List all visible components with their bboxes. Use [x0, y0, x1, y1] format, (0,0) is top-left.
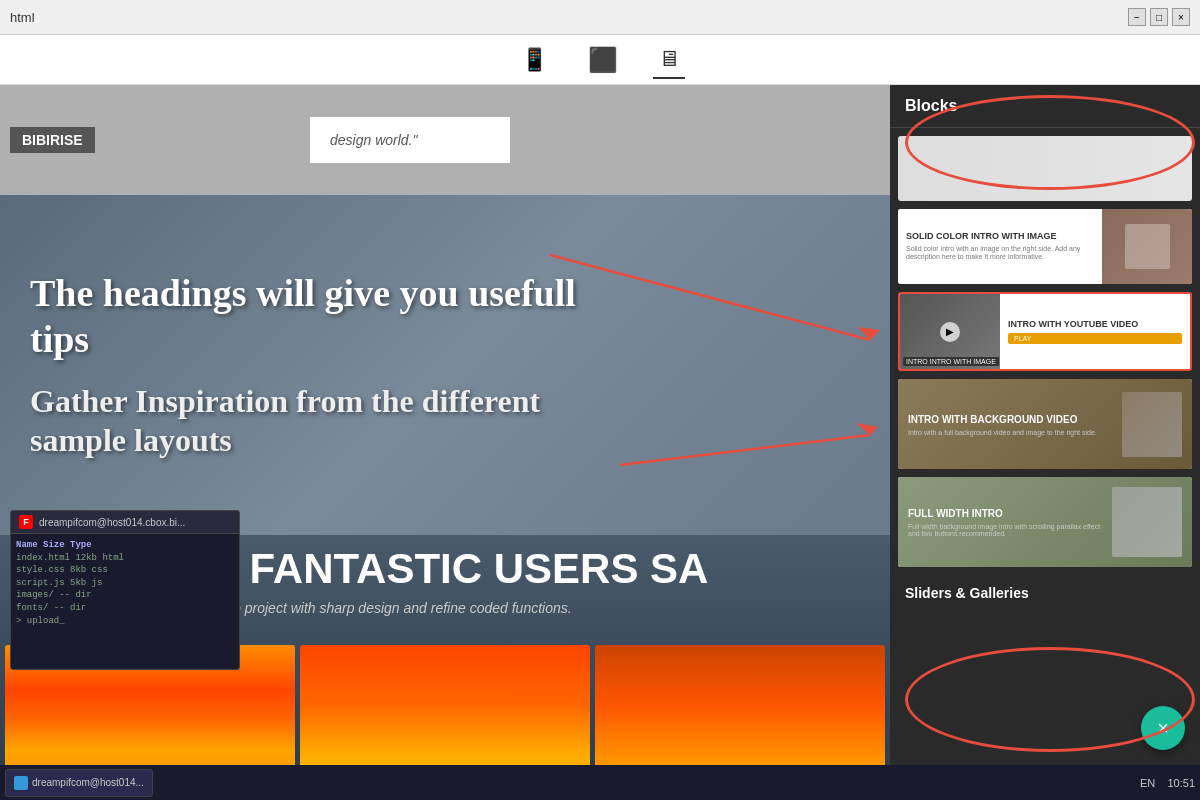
terminal-body: Name Size Type index.html 12kb html styl…	[11, 534, 239, 632]
preview-area: BIBIRISE design world." The headings wil…	[0, 85, 890, 800]
preview-quote: design world."	[310, 117, 510, 163]
terminal-row: index.html 12kb html	[16, 552, 234, 565]
taskbar-app-label: dreampifcom@host014...	[32, 777, 144, 788]
preview-heading1: The headings will give you usefull tips	[30, 271, 580, 362]
taskbar-app-icon	[14, 776, 28, 790]
block-fullwidth-text: FULL WIDTH INTRO Full width background i…	[908, 507, 1112, 537]
terminal-row: script.js 5kb js	[16, 577, 234, 590]
block-youtube-label: INTRO INTRO WITH IMAGE	[903, 357, 999, 366]
panel-header: Blocks	[890, 85, 1200, 128]
block-bgvideo[interactable]: INTRO WITH BACKGROUND VIDEO Intro with a…	[898, 379, 1192, 469]
section-label: Sliders & Galleries	[890, 575, 1200, 606]
minimize-button[interactable]: −	[1128, 8, 1146, 26]
block-youtube-preview-area: ▶ INTRO INTRO WITH IMAGE	[900, 294, 1000, 369]
block-solid-right	[1102, 209, 1192, 284]
taskbar-app-btn[interactable]: dreampifcom@host014...	[5, 769, 153, 797]
taskbar-time: 10:51	[1167, 777, 1195, 789]
terminal-app-icon: F	[19, 515, 33, 529]
block-bgvideo-inner: INTRO WITH BACKGROUND VIDEO Intro with a…	[898, 379, 1192, 469]
bibirise-logo: BIBIRISE	[10, 127, 95, 153]
block-bgvideo-desc: Intro with a full background video and i…	[908, 429, 1097, 436]
terminal-row: > upload_	[16, 615, 234, 628]
block-fullwidth-image	[1112, 487, 1182, 557]
terminal-row: images/ -- dir	[16, 589, 234, 602]
block-solid-left: SOLID COLOR INTRO WITH IMAGE Solid color…	[898, 209, 1102, 284]
window-title: html	[10, 10, 35, 25]
block-solid-image	[1125, 224, 1170, 269]
block-youtube-info: INTRO WITH YOUTUBE VIDEO PLAY	[1000, 294, 1190, 369]
block-top-inner	[898, 136, 1192, 201]
close-button[interactable]: ×	[1172, 8, 1190, 26]
terminal-row: fonts/ -- dir	[16, 602, 234, 615]
block-bgvideo-title: INTRO WITH BACKGROUND VIDEO	[908, 413, 1097, 426]
block-youtube-btn[interactable]: PLAY	[1008, 333, 1182, 344]
block-youtube-title: INTRO WITH YOUTUBE VIDEO	[1008, 319, 1182, 330]
block-solid-inner: SOLID COLOR INTRO WITH IMAGE Solid color…	[898, 209, 1192, 284]
desktop-view-icon[interactable]: 🖥	[653, 41, 685, 79]
block-bgvideo-image	[1122, 392, 1182, 457]
title-bar: html − □ ×	[0, 0, 1200, 35]
toolbar: 📱 ⬛ 🖥	[0, 35, 1200, 85]
preview-heading2: Gather Inspiration from the different sa…	[30, 382, 610, 459]
block-fullwidth-desc: Full width background image intro with s…	[908, 523, 1112, 537]
maximize-button[interactable]: □	[1150, 8, 1168, 26]
block-solid-color-intro[interactable]: SOLID COLOR INTRO WITH IMAGE Solid color…	[898, 209, 1192, 284]
taskbar-language: EN	[1140, 777, 1155, 789]
block-fullwidth[interactable]: FULL WIDTH INTRO Full width background i…	[898, 477, 1192, 567]
block-fullwidth-title: FULL WIDTH INTRO	[908, 507, 1112, 520]
block-youtube-video[interactable]: ▶ INTRO INTRO WITH IMAGE INTRO WITH YOUT…	[898, 292, 1192, 371]
terminal-row: Name Size Type	[16, 539, 234, 552]
window-controls: − □ ×	[1128, 8, 1190, 26]
preview-middle-section: The headings will give you usefull tips …	[0, 195, 890, 535]
tablet-view-icon[interactable]: ⬛	[583, 41, 623, 79]
taskbar-right: EN 10:51	[1140, 777, 1195, 789]
block-solid-desc: Solid color intro with an image on the r…	[906, 245, 1094, 262]
terminal-overlay: F dreampifcom@host014.cbox.bi... Name Si…	[10, 510, 240, 670]
preview-content: BIBIRISE design world." The headings wil…	[0, 85, 890, 800]
taskbar: dreampifcom@host014... EN 10:51	[0, 765, 1200, 800]
preview-top-section: BIBIRISE design world."	[0, 85, 890, 195]
terminal-row: style.css 8kb css	[16, 564, 234, 577]
play-icon: ▶	[940, 322, 960, 342]
terminal-title: dreampifcom@host014.cbox.bi...	[39, 517, 185, 528]
right-panel: Blocks SOLID COLOR INTRO WITH IMAGE Soli…	[890, 85, 1200, 800]
block-youtube-inner: ▶ INTRO INTRO WITH IMAGE INTRO WITH YOUT…	[900, 294, 1190, 369]
fab-button[interactable]: ×	[1141, 706, 1185, 750]
terminal-header: F dreampifcom@host014.cbox.bi...	[11, 511, 239, 534]
block-solid-title: SOLID COLOR INTRO WITH IMAGE	[906, 231, 1094, 242]
mobile-view-icon[interactable]: 📱	[516, 42, 553, 78]
block-fullwidth-inner: FULL WIDTH INTRO Full width background i…	[898, 477, 1192, 567]
block-item-top[interactable]	[898, 136, 1192, 201]
block-bgvideo-text: INTRO WITH BACKGROUND VIDEO Intro with a…	[908, 413, 1097, 436]
